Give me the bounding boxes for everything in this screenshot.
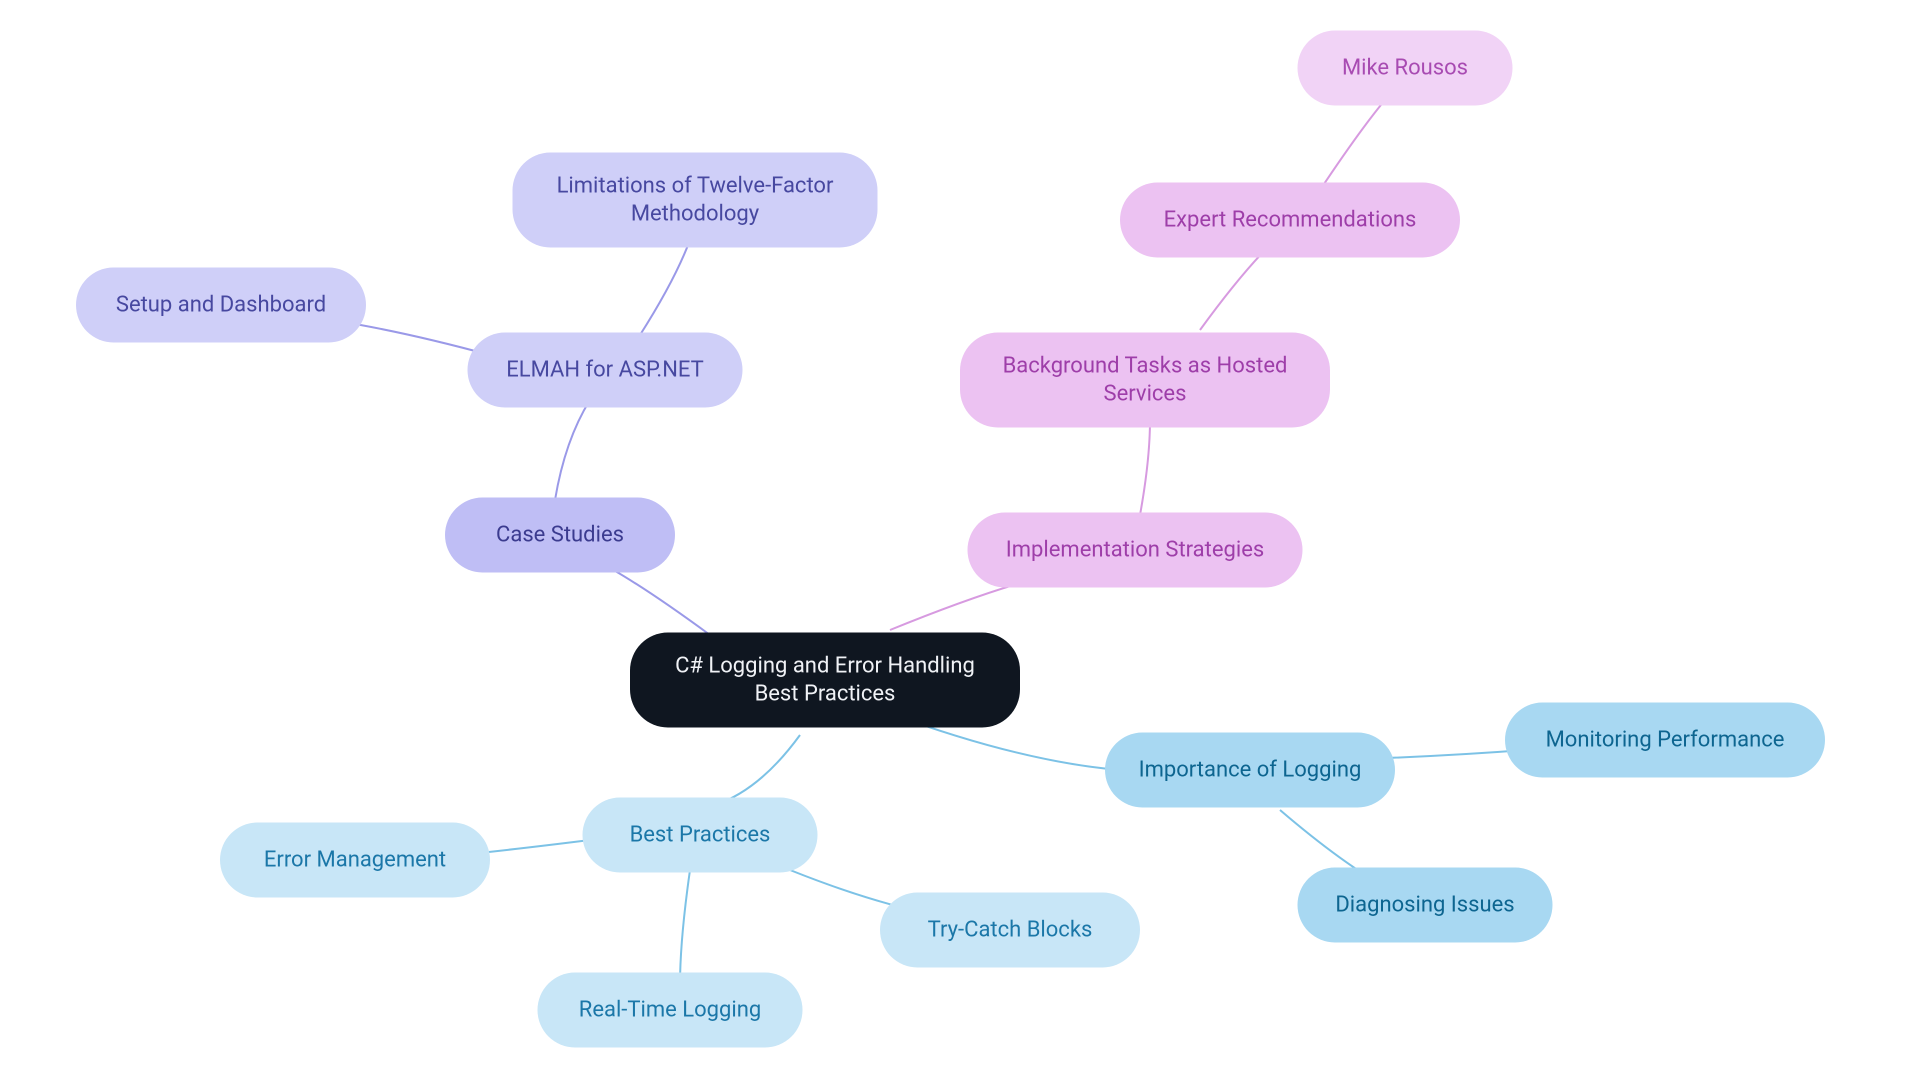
label-expert: Expert Recommendations xyxy=(1164,206,1417,234)
label-background: Background Tasks as Hosted Services xyxy=(990,353,1300,408)
node-center[interactable]: C# Logging and Error Handling Best Pract… xyxy=(630,633,1020,728)
label-limitations: Limitations of Twelve-Factor Methodology xyxy=(543,173,848,228)
node-implstrategies[interactable]: Implementation Strategies xyxy=(968,513,1303,588)
label-importance: Importance of Logging xyxy=(1139,756,1362,784)
node-errormgmt[interactable]: Error Management xyxy=(220,823,490,898)
label-realtime: Real-Time Logging xyxy=(579,996,761,1024)
label-monitoring: Monitoring Performance xyxy=(1546,726,1785,754)
node-importance[interactable]: Importance of Logging xyxy=(1105,733,1395,808)
node-mike[interactable]: Mike Rousos xyxy=(1298,31,1513,106)
node-setup[interactable]: Setup and Dashboard xyxy=(76,268,366,343)
node-expert[interactable]: Expert Recommendations xyxy=(1120,183,1460,258)
label-bestpractices: Best Practices xyxy=(630,821,771,849)
label-trycatch: Try-Catch Blocks xyxy=(928,916,1093,944)
label-diagnosing: Diagnosing Issues xyxy=(1335,891,1514,919)
node-background[interactable]: Background Tasks as Hosted Services xyxy=(960,333,1330,428)
label-implstrategies: Implementation Strategies xyxy=(1006,536,1264,564)
node-bestpractices[interactable]: Best Practices xyxy=(583,798,818,873)
label-casestudies: Case Studies xyxy=(496,521,624,549)
label-mike: Mike Rousos xyxy=(1342,54,1468,82)
node-elmah[interactable]: ELMAH for ASP.NET xyxy=(468,333,743,408)
label-setup: Setup and Dashboard xyxy=(116,291,326,319)
label-errormgmt: Error Management xyxy=(264,846,446,874)
node-diagnosing[interactable]: Diagnosing Issues xyxy=(1298,868,1553,943)
node-casestudies[interactable]: Case Studies xyxy=(445,498,675,573)
node-realtime[interactable]: Real-Time Logging xyxy=(538,973,803,1048)
node-monitoring[interactable]: Monitoring Performance xyxy=(1505,703,1825,778)
node-trycatch[interactable]: Try-Catch Blocks xyxy=(880,893,1140,968)
node-limitations[interactable]: Limitations of Twelve-Factor Methodology xyxy=(513,153,878,248)
label-elmah: ELMAH for ASP.NET xyxy=(506,356,704,384)
label-center: C# Logging and Error Handling Best Pract… xyxy=(660,653,990,708)
